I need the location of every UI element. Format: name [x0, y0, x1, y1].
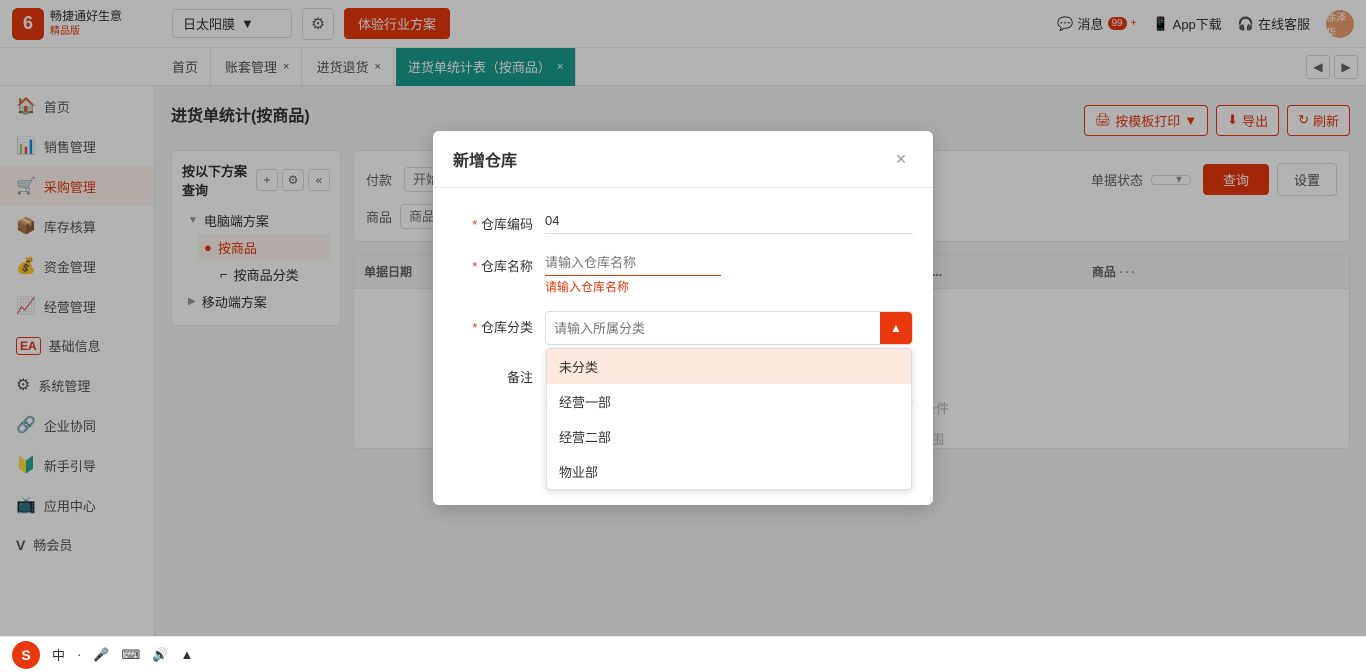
name-label: * 仓库名称: [453, 250, 533, 275]
form-row-category: * 仓库分类 ▲ 未分类 经营一部 经营二部 物业部: [453, 311, 913, 345]
modal-header: 新增仓库 ×: [433, 131, 933, 188]
modal-body: * 仓库编码 * 仓库名称 请输入仓库名称 *: [433, 188, 933, 437]
modal-title: 新增仓库: [453, 147, 517, 171]
modal-close-button[interactable]: ×: [889, 147, 913, 171]
category-input[interactable]: [546, 315, 880, 342]
status-separator: ·: [77, 647, 81, 662]
code-label: * 仓库编码: [453, 208, 533, 233]
note-label: 备注: [453, 361, 533, 386]
category-toggle-button[interactable]: ▲: [880, 312, 912, 344]
category-dropdown: 未分类 经营一部 经营二部 物业部: [546, 348, 912, 490]
form-row-name: * 仓库名称 请输入仓库名称: [453, 250, 913, 295]
new-warehouse-modal: 新增仓库 × * 仓库编码 * 仓库名称 请输入仓库名称: [433, 131, 933, 505]
dropdown-item-dept1[interactable]: 经营一部: [547, 384, 911, 419]
name-input-wrapper: 请输入仓库名称: [545, 250, 913, 295]
name-input[interactable]: [545, 250, 721, 276]
arrow-up-icon: ▲: [181, 647, 194, 662]
category-label: * 仓库分类: [453, 311, 533, 336]
name-error-msg: 请输入仓库名称: [545, 278, 913, 295]
category-input-wrapper: ▲ 未分类 经营一部 经营二部 物业部: [545, 311, 913, 345]
form-row-code: * 仓库编码: [453, 208, 913, 234]
status-bar: S 中 · 🎤 ⌨ 🔊 ▲: [0, 636, 1366, 672]
dropdown-item-uncategorized[interactable]: 未分类: [547, 349, 911, 384]
status-text-cn: 中: [52, 645, 65, 664]
code-input[interactable]: [545, 208, 913, 234]
brand-icon: S: [12, 641, 40, 669]
speaker-icon: 🔊: [152, 647, 168, 663]
modal-overlay[interactable]: 新增仓库 × * 仓库编码 * 仓库名称 请输入仓库名称: [0, 0, 1366, 636]
mic-icon: 🎤: [93, 647, 109, 663]
keyboard-icon: ⌨: [122, 647, 141, 663]
dropdown-item-property[interactable]: 物业部: [547, 454, 911, 489]
dropdown-item-dept2[interactable]: 经营二部: [547, 419, 911, 454]
